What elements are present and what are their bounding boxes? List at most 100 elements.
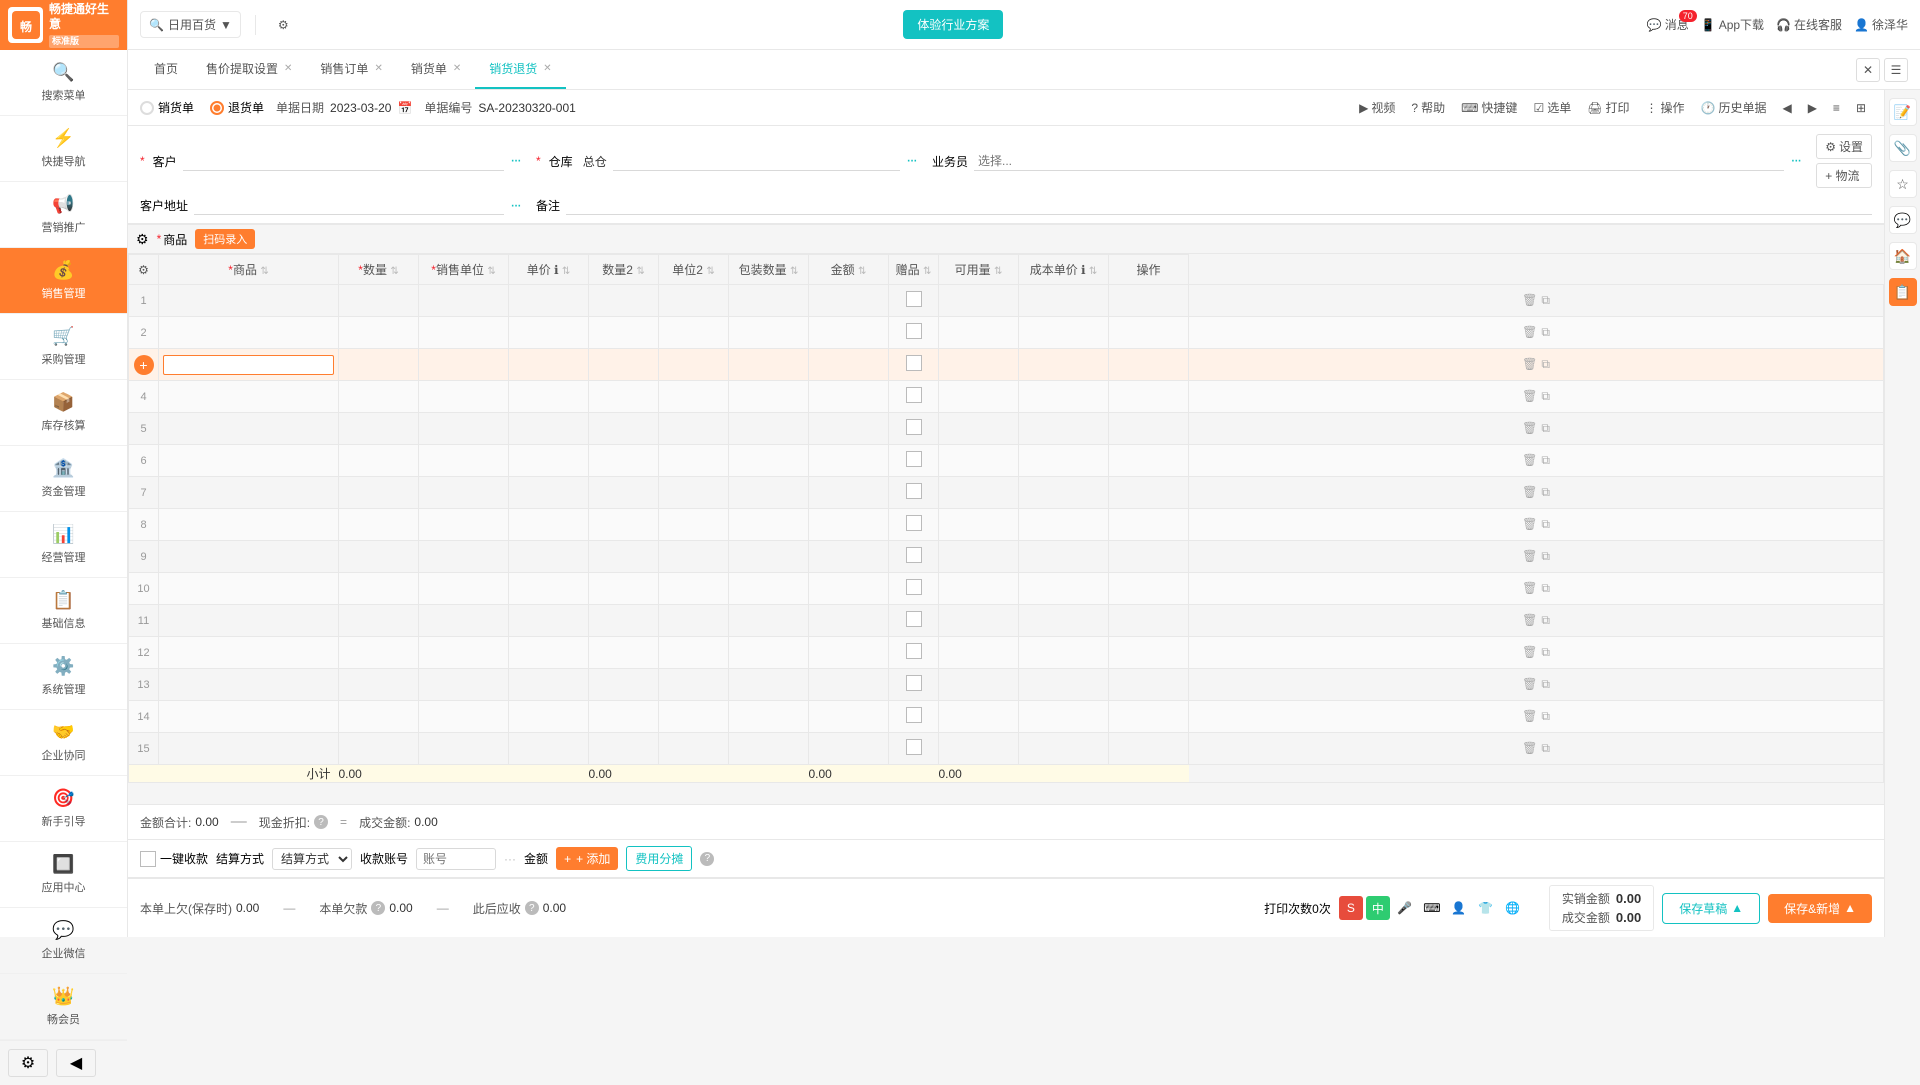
tab-sales-order[interactable]: 销售订单 ✕ (306, 50, 396, 89)
product-input[interactable] (163, 355, 334, 375)
address-input[interactable] (194, 196, 504, 215)
right-panel-home[interactable]: 🏠 (1889, 242, 1917, 270)
account-dots[interactable]: ··· (504, 852, 516, 866)
next-btn[interactable]: ▶ (1802, 96, 1823, 119)
warehouse-select-btn[interactable]: ··· (906, 152, 916, 170)
delete-icon[interactable]: 🗑 (1522, 421, 1537, 436)
copy-icon[interactable]: ⧉ (1541, 517, 1550, 532)
print-btn[interactable]: 🖨 打印 (1581, 96, 1635, 119)
tab-home[interactable]: 首页 (140, 50, 192, 89)
delete-icon[interactable]: 🗑 (1522, 645, 1537, 660)
scan-btn[interactable]: 扫码录入 (195, 229, 255, 249)
sys-icon-1[interactable]: S (1339, 896, 1363, 920)
single-debt-help[interactable]: ? (371, 901, 385, 915)
online-service[interactable]: 🎧 在线客服 (1776, 16, 1842, 33)
gift-checkbox[interactable] (906, 515, 922, 531)
copy-icon[interactable]: ⧉ (1541, 485, 1550, 500)
product-cell[interactable] (159, 445, 339, 477)
right-panel-star[interactable]: ☆ (1889, 170, 1917, 198)
sidebar-item-finance[interactable]: 🏦 资金管理 (0, 446, 127, 512)
product-cell[interactable] (159, 605, 339, 637)
tabs-menu-btn[interactable]: ☰ (1884, 58, 1908, 82)
gift-checkbox[interactable] (906, 483, 922, 499)
sys-icon-3[interactable]: 🎤 (1393, 896, 1417, 920)
receivable-help[interactable]: ? (525, 901, 539, 915)
gift-checkbox[interactable] (906, 419, 922, 435)
right-panel-chat[interactable]: 💬 (1889, 206, 1917, 234)
radio-return[interactable]: 退货单 (210, 99, 264, 116)
video-btn[interactable]: ▶ 视频 (1353, 96, 1401, 119)
copy-icon[interactable]: ⧉ (1541, 741, 1550, 756)
salesperson-select-btn[interactable]: ··· (1790, 152, 1800, 170)
account-input[interactable] (416, 848, 496, 870)
right-panel-active[interactable]: 📋 (1889, 278, 1917, 306)
product-cell[interactable] (159, 477, 339, 509)
add-btn[interactable]: + + 添加 (556, 847, 618, 870)
topbar-message[interactable]: 💬 消息 70 (1647, 16, 1689, 33)
save-draft-btn[interactable]: 保存草稿 ▲ (1662, 893, 1760, 924)
sidebar-item-guide[interactable]: 🎯 新手引导 (0, 776, 127, 842)
history-btn[interactable]: 🕐 历史单据 (1694, 96, 1772, 119)
sidebar-item-inventory[interactable]: 📦 库存核算 (0, 380, 127, 446)
operate-btn[interactable]: ⋮ 操作 (1639, 96, 1690, 119)
table-settings-icon[interactable]: ⚙ (136, 231, 149, 248)
copy-icon[interactable]: ⧉ (1541, 325, 1550, 340)
copy-icon[interactable]: ⧉ (1541, 645, 1550, 660)
one-click-payment[interactable]: 一键收款 (140, 850, 208, 867)
sidebar-item-system[interactable]: ⚙️ 系统管理 (0, 644, 127, 710)
gift-checkbox[interactable] (906, 451, 922, 467)
copy-icon[interactable]: ⧉ (1541, 389, 1550, 404)
delete-icon[interactable]: 🗑 (1522, 389, 1537, 404)
settlement-select[interactable]: 结算方式 (272, 848, 352, 870)
delete-icon[interactable]: 🗑 (1522, 741, 1537, 756)
product-cell[interactable] (159, 349, 339, 381)
remark-input[interactable] (566, 196, 1872, 215)
tab-price-settings[interactable]: 售价提取设置 ✕ (192, 50, 306, 89)
prev-btn[interactable]: ◀ (1776, 96, 1797, 119)
gift-checkbox[interactable] (906, 547, 922, 563)
delete-icon[interactable]: 🗑 (1522, 581, 1537, 596)
gift-checkbox[interactable] (906, 355, 922, 371)
settings-nav-item[interactable]: ⚙ (270, 14, 297, 36)
product-cell[interactable] (159, 701, 339, 733)
sidebar-item-search[interactable]: 🔍 搜索菜单 (0, 50, 127, 116)
gift-checkbox[interactable] (906, 643, 922, 659)
tab-sales-delivery-close[interactable]: ✕ (453, 63, 461, 74)
delete-icon[interactable]: 🗑 (1522, 613, 1537, 628)
delete-icon[interactable]: 🗑 (1522, 453, 1537, 468)
payment-help-icon[interactable]: ? (700, 852, 714, 866)
delete-icon[interactable]: 🗑 (1522, 293, 1537, 308)
delete-icon[interactable]: 🗑 (1522, 485, 1537, 500)
gift-checkbox[interactable] (906, 611, 922, 627)
product-cell[interactable] (159, 285, 339, 317)
add-row-btn[interactable]: + (134, 355, 154, 375)
tabs-close-btn[interactable]: ✕ (1856, 58, 1880, 82)
gift-checkbox[interactable] (906, 707, 922, 723)
product-cell[interactable] (159, 381, 339, 413)
sidebar-item-marketing[interactable]: 📢 营销推广 (0, 182, 127, 248)
shortcut-btn[interactable]: ⌨ 快捷键 (1455, 96, 1523, 119)
discount-help-icon[interactable]: ? (314, 815, 328, 829)
experience-btn[interactable]: 体验行业方案 (903, 10, 1003, 39)
copy-icon[interactable]: ⧉ (1541, 677, 1550, 692)
select-btn[interactable]: ☑ 选单 (1527, 96, 1577, 119)
product-cell[interactable] (159, 573, 339, 605)
sidebar-item-member[interactable]: 👑 畅会员 (0, 974, 127, 1040)
calendar-icon[interactable]: 📅 (397, 101, 412, 115)
gift-checkbox[interactable] (906, 387, 922, 403)
sidebar-item-wechat[interactable]: 💬 企业微信 (0, 908, 127, 974)
tab-price-settings-close[interactable]: ✕ (284, 63, 292, 74)
sidebar-item-basic[interactable]: 📋 基础信息 (0, 578, 127, 644)
sidebar-item-operation[interactable]: 📊 经营管理 (0, 512, 127, 578)
fee-btn[interactable]: 费用分摊 (626, 846, 692, 871)
copy-icon[interactable]: ⧉ (1541, 357, 1550, 372)
tab-sales-return[interactable]: 销货退货 ✕ (475, 50, 565, 89)
sidebar-collapse-btn[interactable]: ◀ (56, 1049, 96, 1077)
settings-btn[interactable]: ⚙ 设置 (1816, 134, 1872, 159)
delete-icon[interactable]: 🗑 (1522, 549, 1537, 564)
delete-icon[interactable]: 🗑 (1522, 325, 1537, 340)
delete-icon[interactable]: 🗑 (1522, 677, 1537, 692)
warehouse-input[interactable] (613, 152, 900, 171)
address-select-btn[interactable]: ··· (510, 197, 520, 215)
sidebar-item-appcenter[interactable]: 🔲 应用中心 (0, 842, 127, 908)
